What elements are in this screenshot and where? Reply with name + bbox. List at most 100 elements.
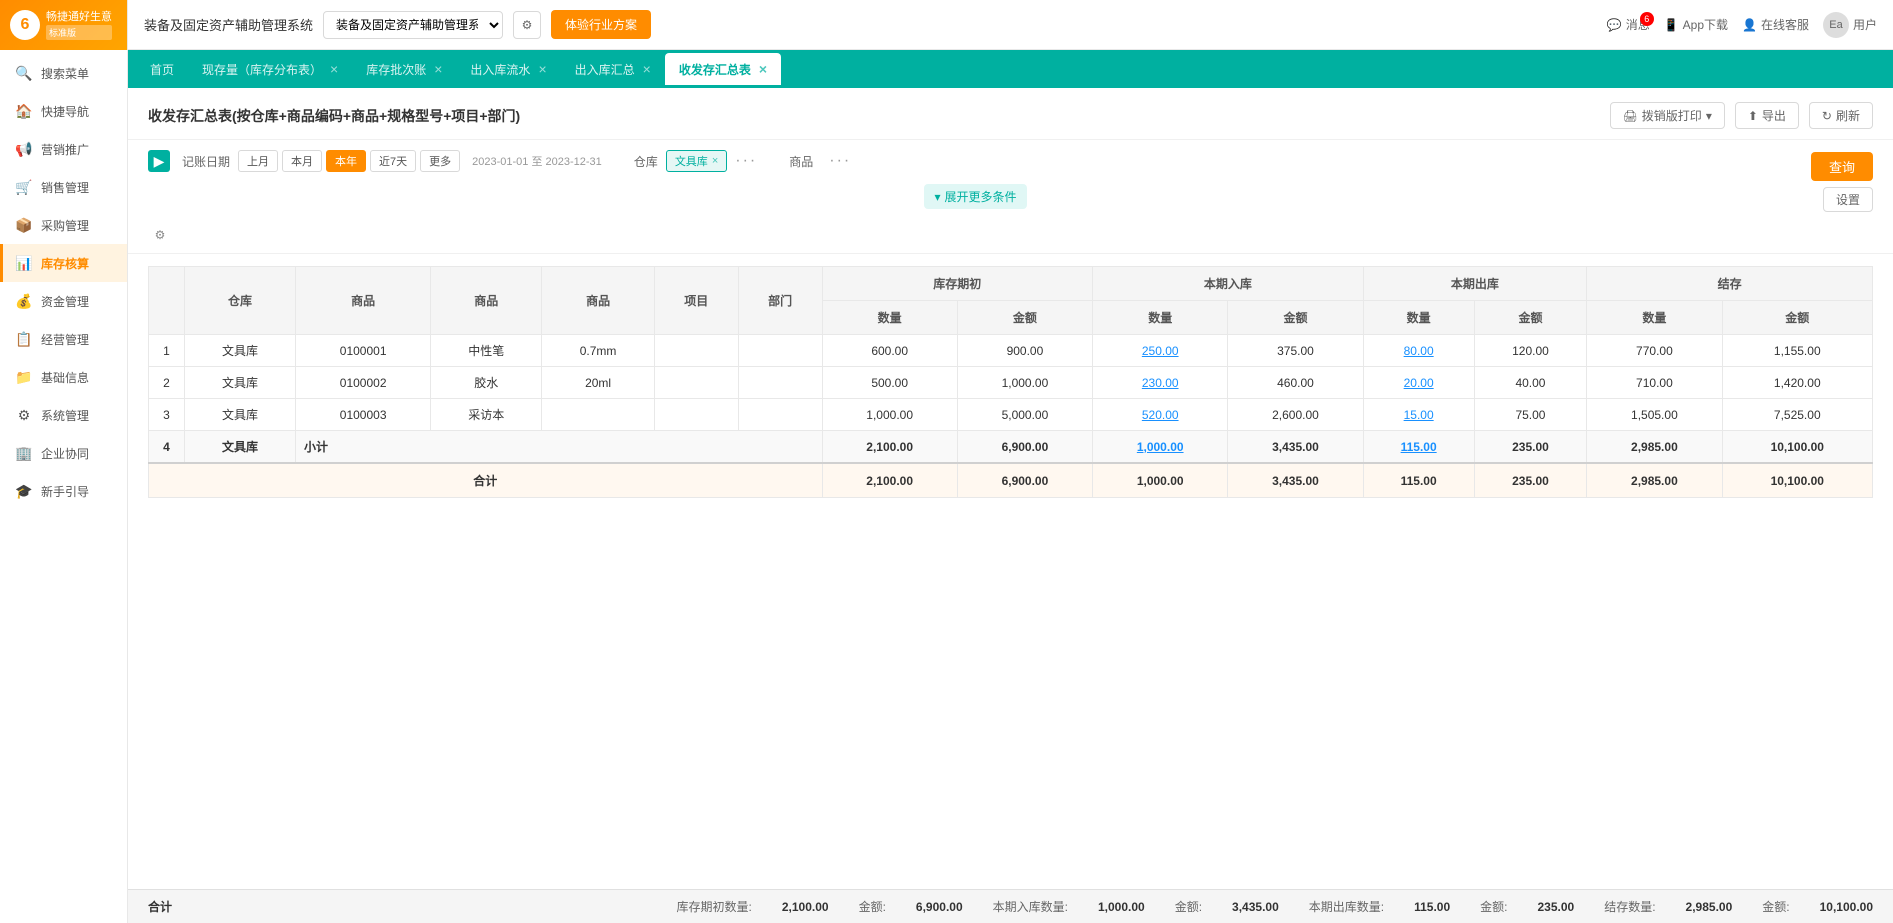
table-row: 2 文具库 0100002 胶水 20ml 500.00 1,000.00 23…	[149, 367, 1873, 399]
sidebar-label-corp: 企业协同	[41, 445, 89, 462]
filter-date-section: 记账日期 上月本月本年近7天更多 2023-01-01 至 2023-12-31	[182, 150, 602, 172]
col-no	[149, 267, 185, 335]
table-row: 3 文具库 0100003 采访本 1,000.00 5,000.00 520.…	[149, 399, 1873, 431]
operations-icon: 📋	[15, 330, 33, 348]
cell-out-qty[interactable]: 80.00	[1363, 335, 1474, 367]
sidebar-item-purchase[interactable]: 📦 采购管理	[0, 206, 127, 244]
sidebar-item-quick[interactable]: 🏠 快捷导航	[0, 92, 127, 130]
cell-spec: 20ml	[542, 367, 655, 399]
cell-closing-amt: 1,420.00	[1722, 367, 1872, 399]
date-label: 记账日期	[182, 153, 230, 170]
user-label: 用户	[1853, 16, 1877, 33]
cell-project	[654, 367, 738, 399]
tab-item-0[interactable]: 首页	[136, 53, 188, 85]
tab-item-3[interactable]: 出入库流水×	[456, 53, 560, 85]
sidebar-item-marketing[interactable]: 📢 营销推广	[0, 130, 127, 168]
sidebar-item-basic[interactable]: 📁 基础信息	[0, 358, 127, 396]
table-settings-icon[interactable]: ⚙	[148, 223, 172, 247]
sidebar-item-corp[interactable]: 🏢 企业协同	[0, 434, 127, 472]
sidebar-item-sales[interactable]: 🛒 销售管理	[0, 168, 127, 206]
tab-item-5[interactable]: 收发存汇总表×	[665, 53, 781, 85]
sidebar-item-assets[interactable]: 💰 资金管理	[0, 282, 127, 320]
table-wrapper: 仓库 商品 商品 商品 项目 部门 库存期初 本期入库 本期出库 结存 数量 金…	[128, 254, 1893, 510]
sidebar-item-system[interactable]: ⚙ 系统管理	[0, 396, 127, 434]
tab-label-0: 首页	[150, 61, 174, 78]
date-btn-近7天[interactable]: 近7天	[370, 150, 416, 172]
cell-opening-amt: 5,000.00	[957, 399, 1092, 431]
filter-main: ▶ 记账日期 上月本月本年近7天更多 2023-01-01 至 2023-12-…	[148, 150, 1803, 217]
user-btn[interactable]: Ea 用户	[1823, 12, 1877, 38]
cell-in-amt: 375.00	[1228, 335, 1363, 367]
date-buttons: 上月本月本年近7天更多	[238, 150, 460, 172]
table-header-top: 仓库 商品 商品 商品 项目 部门 库存期初 本期入库 本期出库 结存	[149, 267, 1873, 301]
cell-out-amt: 40.00	[1474, 367, 1587, 399]
tab-close-3[interactable]: ×	[538, 61, 546, 77]
expand-btn[interactable]: ▾ 展开更多条件	[924, 184, 1026, 209]
warehouse-label: 仓库	[634, 153, 658, 170]
quick-icon: 🏠	[15, 102, 33, 120]
date-btn-本月[interactable]: 本月	[282, 150, 322, 172]
cell-in-qty[interactable]: 250.00	[1093, 335, 1228, 367]
export-btn[interactable]: ⬆ 导出	[1735, 102, 1799, 129]
cell-in-qty[interactable]: 230.00	[1093, 367, 1228, 399]
sidebar-label-marketing: 营销推广	[41, 141, 89, 158]
tabbar: 首页现存量（库存分布表）×库存批次账×出入库流水×出入库汇总×收发存汇总表×	[128, 50, 1893, 88]
sidebar-item-operations[interactable]: 📋 经营管理	[0, 320, 127, 358]
sidebar-label-guide: 新手引导	[41, 483, 89, 500]
table-footer: 合计 2,100.00 6,900.00 1,000.00 3,435.00 1…	[149, 463, 1873, 498]
tab-close-1[interactable]: ×	[330, 61, 338, 77]
messages-count: 6	[1640, 12, 1654, 26]
online-service-label: 在线客服	[1761, 16, 1809, 33]
corp-icon: 🏢	[15, 444, 33, 462]
goods-more[interactable]: ···	[829, 152, 851, 170]
experience-btn[interactable]: 体验行业方案	[551, 10, 651, 39]
print-btn[interactable]: 🖨 拨销版打印 ▾	[1610, 102, 1725, 129]
warehouse-tag[interactable]: 文具库 ×	[666, 150, 727, 172]
cell-out-qty[interactable]: 20.00	[1363, 367, 1474, 399]
messages-btn[interactable]: 💬 消息 6	[1607, 16, 1650, 33]
tab-close-2[interactable]: ×	[434, 61, 442, 77]
warehouse-more[interactable]: ···	[735, 152, 757, 170]
mobile-icon: 📱	[1664, 18, 1679, 32]
sidebar-label-system: 系统管理	[41, 407, 89, 424]
refresh-btn[interactable]: ↻ 刷新	[1809, 102, 1873, 129]
sales-icon: 🛒	[15, 178, 33, 196]
date-btn-更多[interactable]: 更多	[420, 150, 460, 172]
warehouse-tag-close[interactable]: ×	[712, 155, 718, 167]
date-btn-本年[interactable]: 本年	[326, 150, 366, 172]
cell-in-qty[interactable]: 520.00	[1093, 399, 1228, 431]
sidebar-item-inventory[interactable]: 📊 库存核算	[0, 244, 127, 282]
tab-item-2[interactable]: 库存批次账×	[352, 53, 456, 85]
col-code-header: 商品	[296, 267, 431, 335]
online-service-btn[interactable]: 👤 在线客服	[1742, 16, 1809, 33]
date-btn-上月[interactable]: 上月	[238, 150, 278, 172]
tab-item-4[interactable]: 出入库汇总×	[561, 53, 665, 85]
page-actions: 🖨 拨销版打印 ▾ ⬆ 导出 ↻ 刷新	[1610, 102, 1873, 129]
bottom-out-qty-val: 115.00	[1414, 900, 1450, 914]
sidebar-label-search: 搜索菜单	[41, 65, 89, 82]
app-download-btn[interactable]: 📱 App下载	[1664, 16, 1728, 33]
tab-item-1[interactable]: 现存量（库存分布表）×	[188, 53, 352, 85]
purchase-icon: 📦	[15, 216, 33, 234]
filter-row1: ▶ 记账日期 上月本月本年近7天更多 2023-01-01 至 2023-12-…	[148, 150, 1803, 172]
bottom-in-qty-label: 本期入库数量:	[993, 898, 1068, 915]
sidebar-nav: 🔍 搜索菜单 🏠 快捷导航 📢 营销推广 🛒 销售管理 📦 采购管理 📊 库存核…	[0, 50, 127, 514]
col-spec-header: 商品	[542, 267, 655, 335]
cell-out-qty[interactable]: 15.00	[1363, 399, 1474, 431]
data-table: 仓库 商品 商品 商品 项目 部门 库存期初 本期入库 本期出库 结存 数量 金…	[148, 266, 1873, 498]
subtotal-in-amt: 3,435.00	[1228, 431, 1363, 464]
query-btn[interactable]: 查询	[1811, 152, 1873, 181]
logo-text-block: 畅捷通好生意 标准版	[46, 10, 112, 39]
tab-close-5[interactable]: ×	[759, 61, 767, 77]
filter-collapse-btn[interactable]: ▶	[148, 150, 170, 172]
settings-sm-btn[interactable]: 设置	[1823, 187, 1873, 212]
sidebar-item-search[interactable]: 🔍 搜索菜单	[0, 54, 127, 92]
col-closing-header: 结存	[1587, 267, 1873, 301]
settings-icon[interactable]: ⚙	[513, 11, 541, 39]
cell-closing-amt: 1,155.00	[1722, 335, 1872, 367]
tab-close-4[interactable]: ×	[643, 61, 651, 77]
cell-no: 2	[149, 367, 185, 399]
system-selector[interactable]: 装备及固定资产辅助管理系统	[323, 11, 503, 39]
sidebar-item-guide[interactable]: 🎓 新手引导	[0, 472, 127, 510]
page-content: 收发存汇总表(按仓库+商品编码+商品+规格型号+项目+部门) 🖨 拨销版打印 ▾…	[128, 88, 1893, 923]
